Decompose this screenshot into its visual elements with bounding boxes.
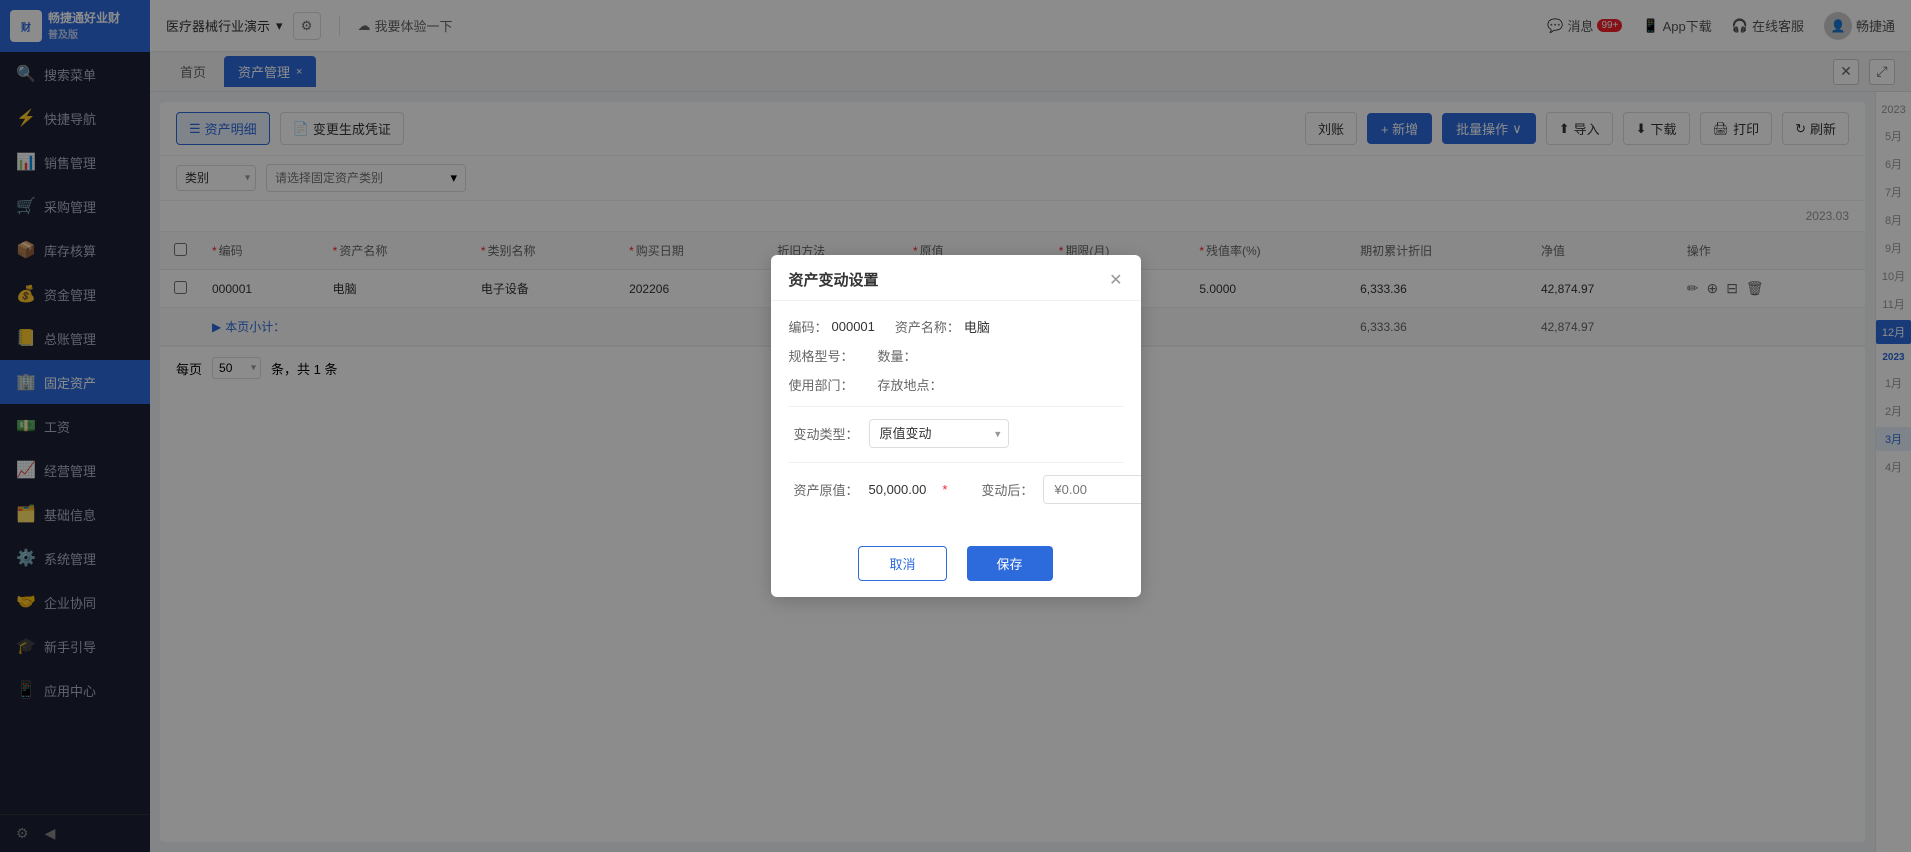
cancel-button[interactable]: 取消 (858, 546, 946, 581)
modal-code-item: 编码： 000001 (789, 317, 875, 336)
modal-change-type-label: 变动类型： (789, 424, 859, 443)
modal-dept-item: 使用部门： (789, 375, 858, 394)
modal-overlay: 资产变动设置 ✕ 编码： 000001 资产名称： 电脑 规格型号： (0, 0, 1911, 852)
modal-name-value: 电脑 (964, 317, 990, 336)
modal-code-label: 编码： (789, 317, 828, 336)
modal-location-item: 存放地点： (878, 375, 947, 394)
modal-info-row-3: 使用部门： 存放地点： (789, 375, 1123, 394)
modal-qty-label: 数量： (878, 346, 917, 365)
modal-qty-item: 数量： (878, 346, 921, 365)
modal-divider-1 (789, 406, 1123, 407)
modal-original-value-row: 资产原值： 50,000.00 * 变动后： (789, 475, 1123, 504)
modal-info-row-1: 编码： 000001 资产名称： 电脑 (789, 317, 1123, 336)
modal-info-row-2: 规格型号： 数量： (789, 346, 1123, 365)
modal-original-value-label: 资产原值： (789, 480, 859, 499)
modal-code-value: 000001 (832, 319, 875, 334)
modal-location-label: 存放地点： (878, 375, 943, 394)
modal-original-value: 50,000.00 (869, 482, 927, 497)
modal-footer: 取消 保存 (771, 534, 1141, 597)
modal-header: 资产变动设置 ✕ (771, 255, 1141, 301)
modal-divider-2 (789, 462, 1123, 463)
asset-change-modal: 资产变动设置 ✕ 编码： 000001 资产名称： 电脑 规格型号： (771, 255, 1141, 597)
modal-close-button[interactable]: ✕ (1109, 270, 1122, 290)
modal-change-type-select[interactable]: 原值变动 使用部门变动 存放地点变动 (869, 419, 1009, 448)
modal-change-type-select-wrap[interactable]: 原值变动 使用部门变动 存放地点变动 (869, 419, 1009, 448)
save-button[interactable]: 保存 (967, 546, 1053, 581)
required-star: * (942, 482, 947, 497)
modal-name-label: 资产名称： (895, 317, 960, 336)
modal-after-input[interactable] (1043, 475, 1140, 504)
modal-body: 编码： 000001 资产名称： 电脑 规格型号： 数量： (771, 301, 1141, 534)
modal-spec-item: 规格型号： (789, 346, 858, 365)
modal-dept-label: 使用部门： (789, 375, 854, 394)
modal-change-type-row: 变动类型： 原值变动 使用部门变动 存放地点变动 (789, 419, 1123, 448)
modal-name-item: 资产名称： 电脑 (895, 317, 990, 336)
modal-after-label: 变动后： (963, 480, 1033, 499)
modal-spec-label: 规格型号： (789, 346, 854, 365)
modal-title: 资产变动设置 (789, 269, 879, 290)
